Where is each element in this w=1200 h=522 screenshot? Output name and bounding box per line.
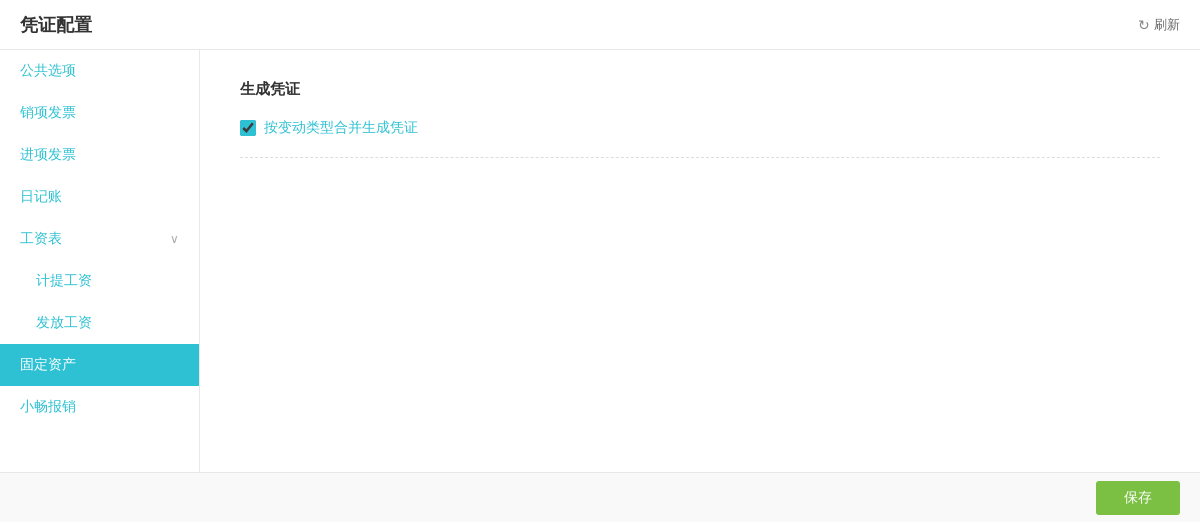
sidebar-item-sales-invoice[interactable]: 销项发票 bbox=[0, 92, 199, 134]
checkbox-row: 按变动类型合并生成凭证 bbox=[240, 119, 1160, 137]
save-button[interactable]: 保存 bbox=[1096, 481, 1180, 515]
page-title: 凭证配置 bbox=[20, 13, 92, 37]
sidebar-item-label: 日记账 bbox=[20, 188, 62, 206]
sidebar-item-label: 固定资产 bbox=[20, 356, 76, 374]
section-divider bbox=[240, 157, 1160, 158]
sidebar-item-payroll-sheet[interactable]: 工资表 ∨ bbox=[0, 218, 199, 260]
section-title: 生成凭证 bbox=[240, 80, 1160, 99]
sidebar-item-label: 销项发票 bbox=[20, 104, 76, 122]
sidebar-item-expense-report[interactable]: 小畅报销 bbox=[0, 386, 199, 428]
sidebar-item-label: 小畅报销 bbox=[20, 398, 76, 416]
sidebar-item-journal[interactable]: 日记账 bbox=[0, 176, 199, 218]
sidebar-item-accrued-payroll[interactable]: 计提工资 bbox=[0, 260, 199, 302]
sidebar-item-label: 发放工资 bbox=[36, 314, 92, 332]
main-content: 生成凭证 按变动类型合并生成凭证 bbox=[200, 50, 1200, 472]
sidebar-item-paid-payroll[interactable]: 发放工资 bbox=[0, 302, 199, 344]
sidebar-item-purchase-invoice[interactable]: 进项发票 bbox=[0, 134, 199, 176]
merge-by-type-checkbox[interactable] bbox=[240, 120, 256, 136]
page-header: 凭证配置 ↻ 刷新 bbox=[0, 0, 1200, 50]
refresh-icon: ↻ bbox=[1138, 17, 1150, 33]
sidebar: 公共选项销项发票进项发票日记账工资表 ∨ 计提工资发放工资固定资产小畅报销 bbox=[0, 50, 200, 472]
sidebar-item-label: 进项发票 bbox=[20, 146, 76, 164]
sidebar-item-public[interactable]: 公共选项 bbox=[0, 50, 199, 92]
sidebar-item-fixed-assets[interactable]: 固定资产 bbox=[0, 344, 199, 386]
sidebar-item-label: 公共选项 bbox=[20, 62, 76, 80]
chevron-down-icon: ∨ bbox=[170, 232, 179, 246]
refresh-button[interactable]: ↻ 刷新 bbox=[1138, 16, 1180, 34]
page-body: 公共选项销项发票进项发票日记账工资表 ∨ 计提工资发放工资固定资产小畅报销 生成凭证… bbox=[0, 50, 1200, 472]
sidebar-item-label: 工资表 bbox=[20, 230, 62, 248]
page-footer: 保存 bbox=[0, 472, 1200, 522]
refresh-label: 刷新 bbox=[1154, 16, 1180, 34]
merge-by-type-label[interactable]: 按变动类型合并生成凭证 bbox=[264, 119, 418, 137]
sidebar-item-label: 计提工资 bbox=[36, 272, 92, 290]
